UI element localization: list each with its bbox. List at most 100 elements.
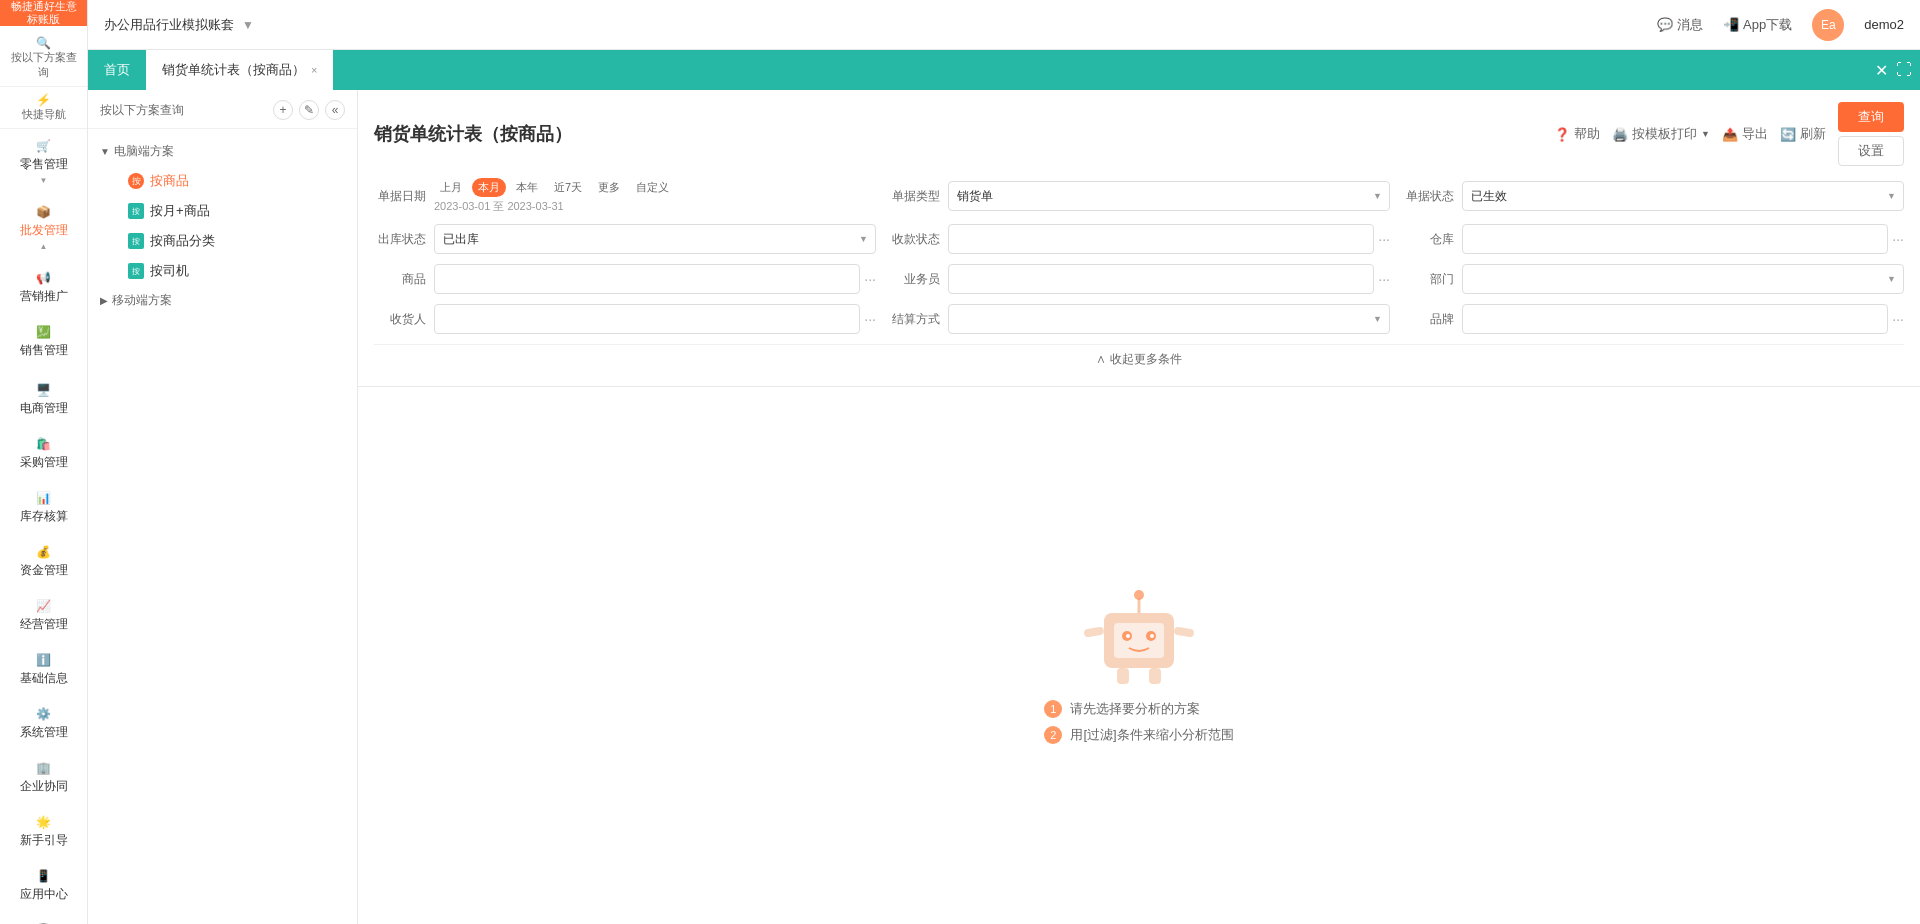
sidebar-nav-shortcut[interactable]: ⚡ 快捷导航 — [0, 87, 87, 129]
empty-tips: 1 请先选择要分析的方案 2 用[过滤]条件来缩小分析范围 — [1044, 700, 1233, 744]
svg-rect-1 — [1114, 623, 1164, 658]
tree-collapse-icon: ▶ — [100, 295, 108, 306]
warehouse-dots[interactable]: ··· — [1892, 231, 1904, 247]
print-btn[interactable]: 🖨️ 按模板打印 ▼ — [1612, 125, 1710, 143]
sidebar-item-finance[interactable]: 💰 资金管理 — [0, 535, 87, 589]
close-window-icon[interactable]: ✕ — [1875, 61, 1888, 80]
app-logo-text: 畅捷通好生意 标账版 — [11, 0, 77, 26]
sidebar-item-enterprise[interactable]: 🏢 企业协同 — [0, 751, 87, 805]
collapse-panel-btn[interactable]: « — [325, 100, 345, 120]
product-label: 商品 — [374, 271, 426, 288]
payment-label: 结算方式 — [888, 311, 940, 328]
system-icon: ⚙️ — [36, 707, 51, 721]
svg-point-5 — [1150, 634, 1154, 638]
tree-item-by-month-product[interactable]: 按 按月+商品 — [104, 196, 349, 226]
sidebar-item-appcenter[interactable]: 📱 应用中心 — [0, 859, 87, 913]
outstatus-control: 已出库 — [434, 224, 876, 254]
docstatus-select[interactable]: 已生效 — [1462, 181, 1904, 211]
outstatus-select[interactable]: 已出库 — [434, 224, 876, 254]
receiver-input[interactable] — [434, 304, 860, 334]
tree-item-by-category[interactable]: 按 按商品分类 — [104, 226, 349, 256]
salesperson-input[interactable] — [948, 264, 1374, 294]
brand-dots[interactable]: ··· — [1892, 311, 1904, 327]
message-btn[interactable]: 💬 消息 — [1657, 16, 1703, 34]
topbar-right: 💬 消息 📲 App下载 Ea demo2 — [1657, 9, 1904, 41]
tabbar: 首页 销货单统计表（按商品） × ✕ ⛶ — [88, 50, 1920, 90]
app-download-btn[interactable]: 📲 App下载 — [1723, 16, 1792, 34]
tree-item-by-driver[interactable]: 按 按司机 — [104, 256, 349, 286]
sidebar-logo[interactable]: 畅捷通好生意 标账版 — [0, 0, 87, 26]
salesperson-label: 业务员 — [888, 271, 940, 288]
date-tab-thisyear[interactable]: 本年 — [510, 178, 544, 197]
docstatus-label: 单据状态 — [1402, 188, 1454, 205]
tree-group-pc-header[interactable]: ▼ 电脑端方案 — [96, 137, 349, 166]
sidebar-item-corpwechat[interactable]: 💬 企业微信 — [0, 913, 87, 924]
ecommerce-icon: 🖥️ — [36, 383, 51, 397]
product-dots[interactable]: ··· — [864, 271, 876, 287]
brand-input[interactable] — [1462, 304, 1888, 334]
sidebar-item-operation[interactable]: 📈 经营管理 — [0, 589, 87, 643]
chevron-up-icon: ▲ — [40, 242, 48, 251]
date-tab-lastmonth[interactable]: 上月 — [434, 178, 468, 197]
refresh-btn[interactable]: 🔄 刷新 — [1780, 125, 1826, 143]
collapse-bar[interactable]: ∧ 收起更多条件 — [374, 344, 1904, 374]
settings-btn[interactable]: 设置 — [1838, 136, 1904, 166]
salesperson-dots[interactable]: ··· — [1378, 271, 1390, 287]
help-btn[interactable]: ❓ 帮助 — [1554, 125, 1600, 143]
edit-scheme-btn[interactable]: ✎ — [299, 100, 319, 120]
refresh-icon: 🔄 — [1780, 127, 1796, 142]
topbar-left: 办公用品行业模拟账套 ▼ — [104, 16, 254, 34]
filter-field-dept: 部门 — [1402, 264, 1904, 294]
sales-icon: 💹 — [36, 325, 51, 339]
sidebar-item-retail[interactable]: 🛒 零售管理 ▼ — [0, 129, 87, 195]
wholesale-icon: 📦 — [36, 205, 51, 219]
date-tab-custom[interactable]: 自定义 — [630, 178, 675, 197]
tree-item-by-product[interactable]: 按 按商品 — [104, 166, 349, 196]
svg-point-9 — [1134, 590, 1144, 600]
product-input[interactable] — [434, 264, 860, 294]
add-scheme-btn[interactable]: + — [273, 100, 293, 120]
date-tabs: 上月 本月 本年 近7天 更多 自定义 — [434, 178, 876, 197]
date-tab-7days[interactable]: 近7天 — [548, 178, 588, 197]
warehouse-input[interactable] — [1462, 224, 1888, 254]
topbar: 办公用品行业模拟账套 ▼ 💬 消息 📲 App下载 Ea demo2 — [88, 0, 1920, 50]
sidebar-item-inventory[interactable]: 📊 库存核算 — [0, 481, 87, 535]
tree-group-mobile-header[interactable]: ▶ 移动端方案 — [96, 286, 349, 315]
maximize-window-icon[interactable]: ⛶ — [1896, 61, 1912, 79]
tree-group-mobile: ▶ 移动端方案 — [88, 286, 357, 315]
sidebar-item-basicinfo[interactable]: ℹ️ 基础信息 — [0, 643, 87, 697]
dept-select[interactable] — [1462, 264, 1904, 294]
payment-select[interactable] — [948, 304, 1390, 334]
sidebar-item-ecommerce[interactable]: 🖥️ 电商管理 — [0, 373, 87, 427]
date-tab-more[interactable]: 更多 — [592, 178, 626, 197]
receiptstatus-dots[interactable]: ··· — [1378, 231, 1390, 247]
date-label: 单据日期 — [374, 188, 426, 205]
sidebar-item-newbie[interactable]: 🌟 新手引导 — [0, 805, 87, 859]
sidebar-search[interactable]: 🔍 按以下方案查询 — [0, 26, 87, 87]
sidebar-item-sales[interactable]: 💹 销售管理 — [0, 315, 87, 369]
receiptstatus-input[interactable] — [948, 224, 1374, 254]
tab-close-icon[interactable]: × — [311, 64, 317, 76]
tab-home[interactable]: 首页 — [88, 50, 146, 90]
svg-rect-11 — [1149, 668, 1161, 684]
query-btn[interactable]: 查询 — [1838, 102, 1904, 132]
user-avatar[interactable]: Ea — [1812, 9, 1844, 41]
sidebar-item-system[interactable]: ⚙️ 系统管理 — [0, 697, 87, 751]
industry-dropdown-icon[interactable]: ▼ — [242, 18, 254, 32]
warehouse-control: ··· — [1462, 224, 1904, 254]
sidebar-item-wholesale[interactable]: 📦 批发管理 ▲ — [0, 195, 87, 261]
filter-field-docstatus: 单据状态 已生效 — [1402, 178, 1904, 214]
doctype-select[interactable]: 销货单 — [948, 181, 1390, 211]
date-tab-thismonth[interactable]: 本月 — [472, 178, 506, 197]
dept-label: 部门 — [1402, 271, 1454, 288]
warehouse-label: 仓库 — [1402, 231, 1454, 248]
filter-field-brand: 品牌 ··· — [1402, 304, 1904, 334]
date-control: 上月 本月 本年 近7天 更多 自定义 2023-03-01 至 2023-03… — [434, 178, 876, 214]
filter-row-3: 商品 ··· 业务员 ··· 部门 — [374, 264, 1904, 294]
sidebar-item-purchase[interactable]: 🛍️ 采购管理 — [0, 427, 87, 481]
export-btn[interactable]: 📤 导出 — [1722, 125, 1768, 143]
tab-sales-stats[interactable]: 销货单统计表（按商品） × — [146, 50, 333, 90]
tree-item-icon-driver: 按 — [128, 263, 144, 279]
receiver-dots[interactable]: ··· — [864, 311, 876, 327]
sidebar-item-marketing[interactable]: 📢 营销推广 — [0, 261, 87, 315]
